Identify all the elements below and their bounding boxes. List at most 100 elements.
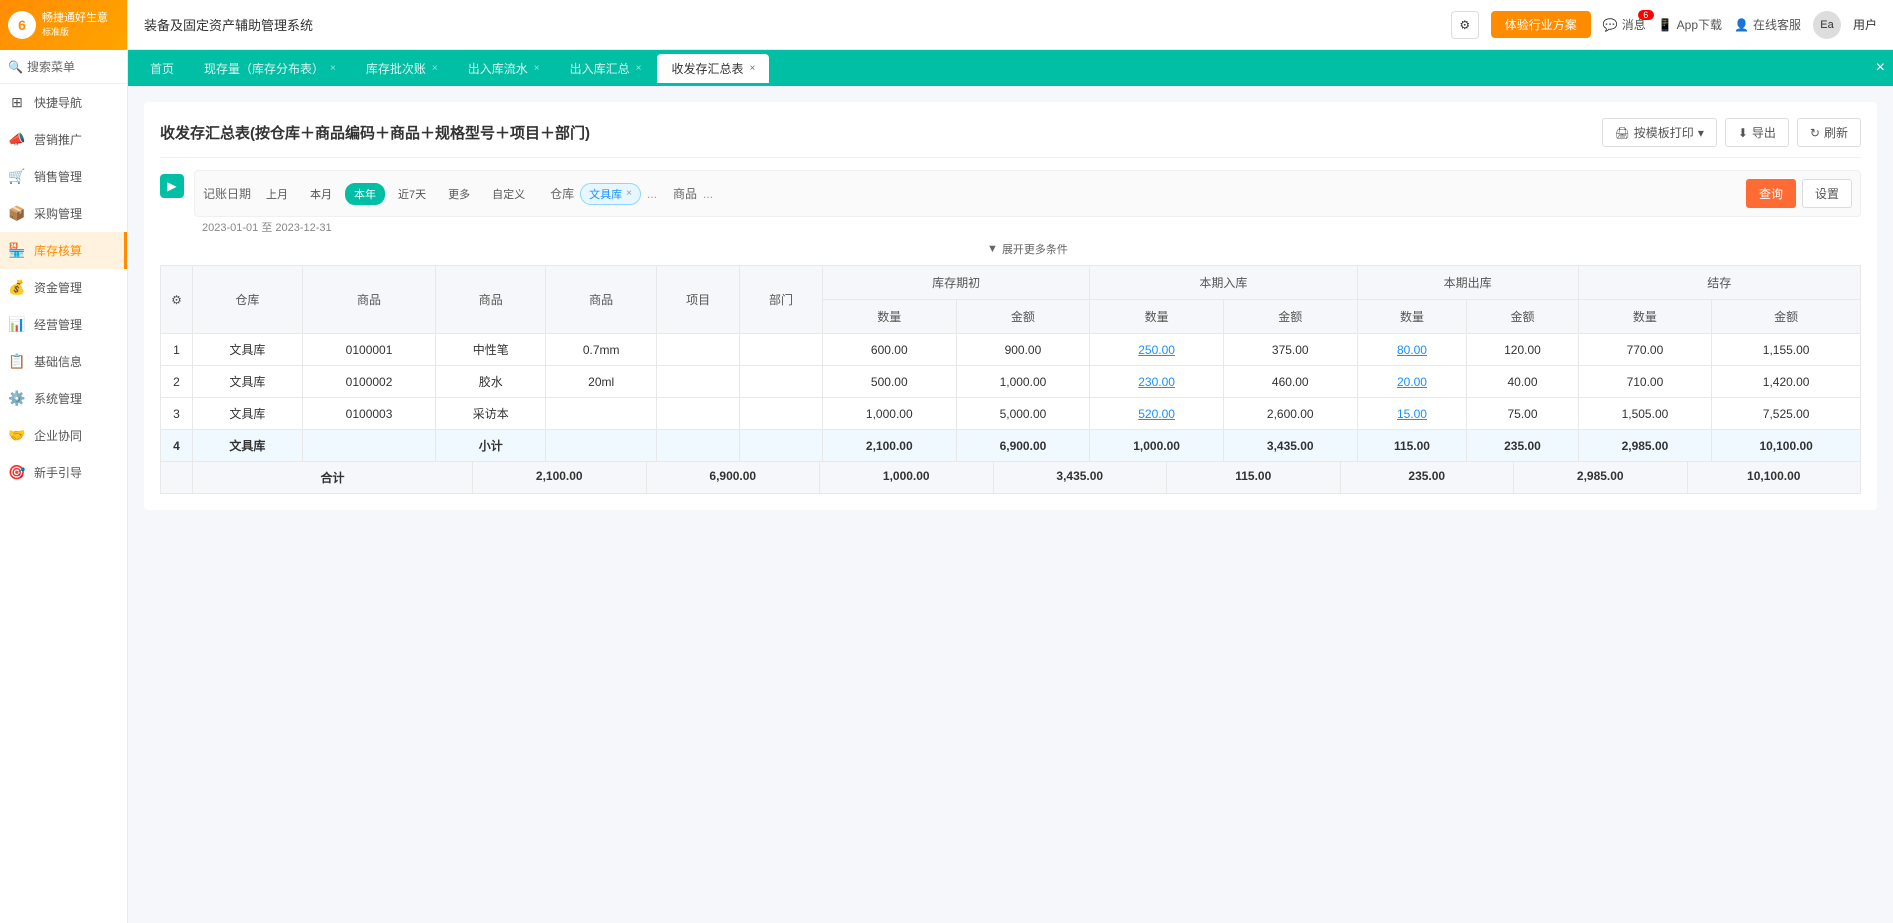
sidebar-item-sales[interactable]: 🛒 销售管理: [0, 158, 127, 195]
try-industry-btn[interactable]: 体验行业方案: [1491, 11, 1591, 38]
row-out-qty[interactable]: 20.00: [1357, 366, 1467, 398]
row-bal-qty: 710.00: [1578, 366, 1712, 398]
sidebar-item-purchase[interactable]: 📦 采购管理: [0, 195, 127, 232]
sidebar-item-basic-info[interactable]: 📋 基础信息: [0, 343, 127, 380]
row-spec: 0.7mm: [546, 334, 657, 366]
basic-info-icon: 📋: [8, 353, 26, 370]
main-area: 装备及固定资产辅助管理系统 ⚙ 体验行业方案 💬 消息 6 📱 App下载 👤 …: [128, 0, 1893, 923]
marketing-icon: 📣: [8, 131, 26, 148]
tab-close-stock-dist[interactable]: ×: [330, 63, 336, 74]
date-btn-this-month[interactable]: 本月: [301, 183, 341, 205]
tab-close-inout-flow[interactable]: ×: [534, 63, 540, 74]
filter-expand-btn[interactable]: ▶: [160, 174, 184, 198]
row-in-qty[interactable]: 230.00: [1090, 366, 1224, 398]
row-num: 4: [161, 430, 193, 462]
guide-icon: 🎯: [8, 464, 26, 481]
print-icon: 🖨: [1615, 126, 1630, 140]
sidebar-item-guide[interactable]: 🎯 新手引导: [0, 454, 127, 491]
row-in-qty[interactable]: 520.00: [1090, 398, 1224, 430]
tab-inout-flow[interactable]: 出入库流水 ×: [454, 54, 554, 83]
date-btn-custom[interactable]: 自定义: [483, 183, 534, 205]
col-out-qty: 数量: [1357, 300, 1467, 334]
row-project: [657, 334, 740, 366]
row-name: 胶水: [436, 366, 546, 398]
row-init-qty: 2,100.00: [822, 430, 956, 462]
row-in-amt: 2,600.00: [1223, 398, 1357, 430]
table-row: 3文具库0100003采访本1,000.005,000.00520.002,60…: [161, 398, 1861, 430]
date-btn-last-month[interactable]: 上月: [257, 183, 297, 205]
sidebar-item-system[interactable]: ⚙️ 系统管理: [0, 380, 127, 417]
row-code: 0100001: [302, 334, 436, 366]
tab-close-inout-summary[interactable]: ×: [636, 63, 642, 74]
date-btn-7days[interactable]: 近7天: [389, 183, 435, 205]
date-range: 2023-01-01 至 2023-12-31: [194, 217, 1861, 237]
row-bal-amt: 1,155.00: [1712, 334, 1861, 366]
tab-stock-dist[interactable]: 现存量（库存分布表） ×: [190, 54, 350, 83]
message-badge: 6: [1638, 10, 1654, 20]
query-btn[interactable]: 查询: [1746, 179, 1796, 208]
row-warehouse: 文具库: [193, 334, 303, 366]
tab-batch[interactable]: 库存批次账 ×: [352, 54, 452, 83]
top-header: 装备及固定资产辅助管理系统 ⚙ 体验行业方案 💬 消息 6 📱 App下载 👤 …: [128, 0, 1893, 50]
tab-receive-send[interactable]: 收发存汇总表 ×: [657, 54, 769, 83]
row-project: [657, 398, 740, 430]
sidebar-item-quick-nav[interactable]: ⊞ 快捷导航: [0, 84, 127, 121]
row-warehouse: 文具库: [193, 366, 303, 398]
tab-inout-summary[interactable]: 出入库汇总 ×: [556, 54, 656, 83]
date-options: 上月 本月 本年 近7天 更多 自定义: [257, 183, 534, 205]
settings-icon-btn[interactable]: ⚙: [1451, 11, 1479, 39]
row-dept: [740, 334, 823, 366]
tab-bar-close[interactable]: ×: [1876, 59, 1885, 77]
footer-in-qty: 1,000.00: [820, 462, 994, 493]
search-menu[interactable]: 🔍 搜索菜单: [0, 50, 127, 84]
date-btn-more[interactable]: 更多: [439, 183, 479, 205]
page-title: 收发存汇总表(按仓库＋商品编码＋商品＋规格型号＋项目＋部门): [160, 122, 590, 143]
col-bal-amt: 金额: [1712, 300, 1861, 334]
row-bal-qty: 770.00: [1578, 334, 1712, 366]
expand-icon: ▼: [987, 243, 998, 255]
row-out-qty[interactable]: 115.00: [1357, 430, 1467, 462]
print-btn[interactable]: 🖨 按模板打印 ▾: [1602, 118, 1717, 147]
date-btn-this-year[interactable]: 本年: [345, 183, 385, 205]
row-name: 中性笔: [436, 334, 546, 366]
warehouse-tag-close[interactable]: ×: [626, 188, 632, 199]
warehouse-more-btn[interactable]: ...: [647, 187, 657, 201]
row-in-qty[interactable]: 1,000.00: [1090, 430, 1224, 462]
message-btn[interactable]: 💬 消息 6: [1603, 16, 1646, 33]
row-init-qty: 1,000.00: [822, 398, 956, 430]
col-init-amt: 金额: [956, 300, 1090, 334]
row-warehouse: 文具库: [193, 430, 303, 462]
row-out-qty[interactable]: 15.00: [1357, 398, 1467, 430]
service-icon: 👤: [1734, 18, 1749, 32]
tab-close-batch[interactable]: ×: [432, 63, 438, 74]
row-bal-qty: 2,985.00: [1578, 430, 1712, 462]
col-dept-header: 部门: [740, 266, 823, 334]
sidebar-item-marketing[interactable]: 📣 营销推广: [0, 121, 127, 158]
avatar[interactable]: Ea: [1813, 11, 1841, 39]
online-service-btn[interactable]: 👤 在线客服: [1734, 16, 1801, 33]
sidebar-item-operation[interactable]: 📊 经营管理: [0, 306, 127, 343]
warehouse-tag[interactable]: 文具库 ×: [580, 183, 641, 205]
row-out-qty[interactable]: 80.00: [1357, 334, 1467, 366]
col-init-qty: 数量: [822, 300, 956, 334]
goods-more-btn[interactable]: ...: [703, 187, 713, 201]
goods-filter-label: 商品: [673, 185, 697, 202]
col-in-qty: 数量: [1090, 300, 1224, 334]
filter-settings-btn[interactable]: 设置: [1802, 179, 1852, 208]
expand-more-btn[interactable]: ▼ 展开更多条件: [987, 241, 1068, 257]
row-init-amt: 1,000.00: [956, 366, 1090, 398]
table-row: 2文具库0100002胶水20ml500.001,000.00230.00460…: [161, 366, 1861, 398]
export-btn[interactable]: ⬇ 导出: [1725, 118, 1789, 147]
sidebar-item-inventory[interactable]: 🏪 库存核算: [0, 232, 127, 269]
row-in-qty[interactable]: 250.00: [1090, 334, 1224, 366]
refresh-btn[interactable]: ↻ 刷新: [1797, 118, 1861, 147]
sidebar-item-enterprise[interactable]: 🤝 企业协同: [0, 417, 127, 454]
sidebar-item-finance[interactable]: 💰 资金管理: [0, 269, 127, 306]
col-settings[interactable]: ⚙: [161, 266, 193, 334]
operation-icon: 📊: [8, 316, 26, 333]
tab-close-receive-send[interactable]: ×: [749, 63, 755, 74]
row-out-amt: 120.00: [1467, 334, 1578, 366]
app-download-btn[interactable]: 📱 App下载: [1658, 16, 1722, 33]
tab-home[interactable]: 首页: [136, 54, 188, 83]
sales-icon: 🛒: [8, 168, 26, 185]
